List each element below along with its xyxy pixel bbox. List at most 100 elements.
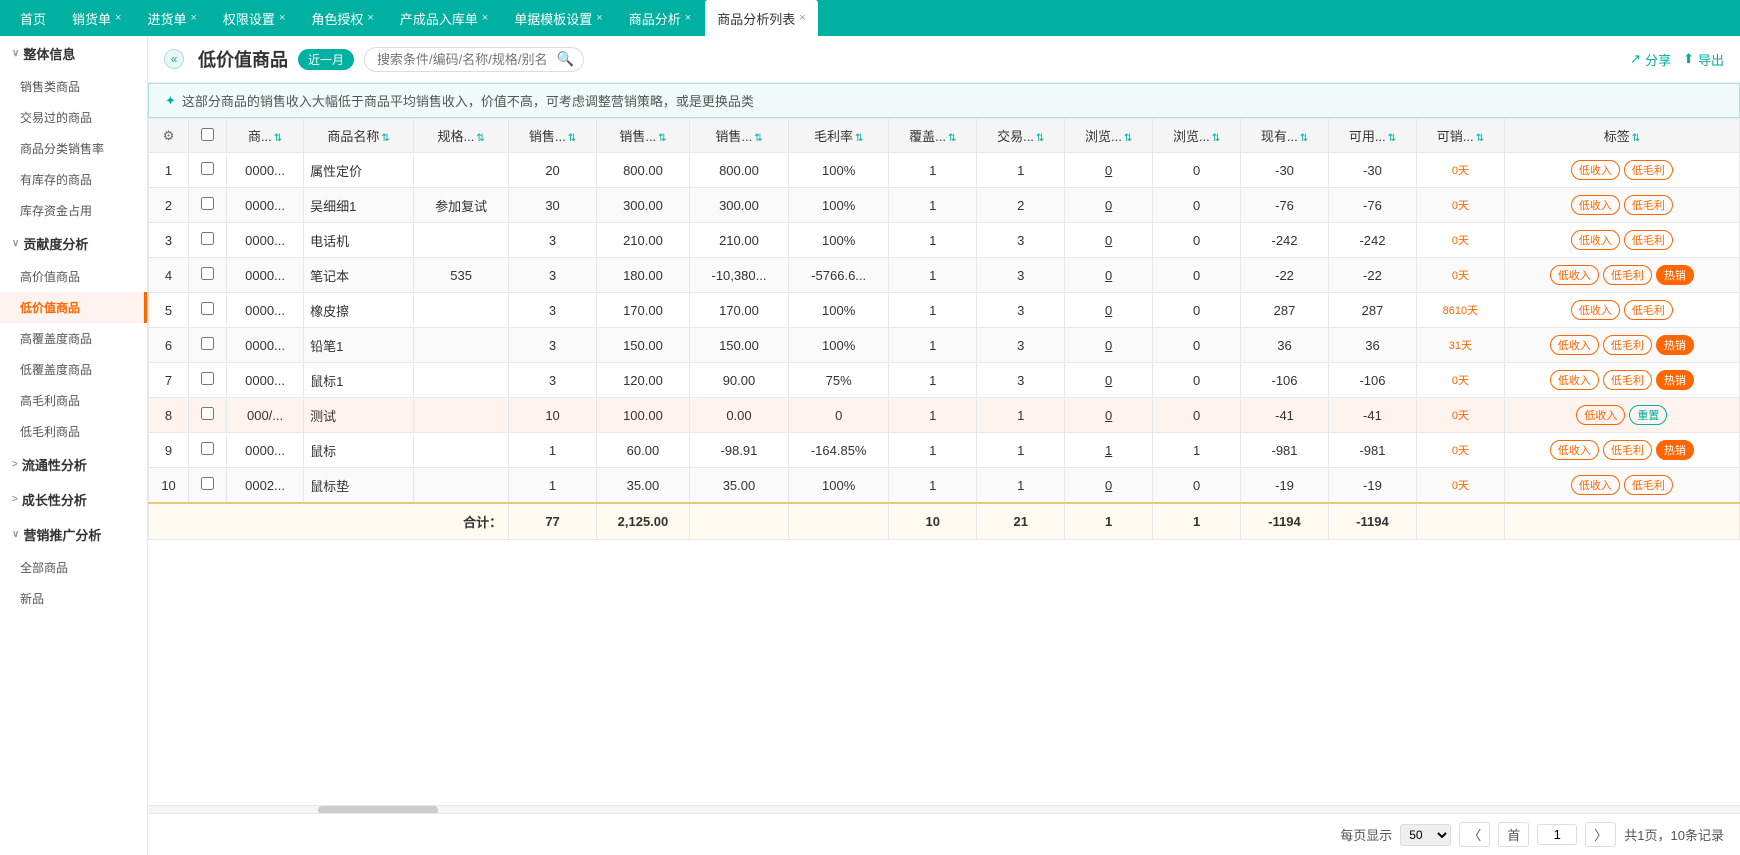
- date-filter-btn[interactable]: 近一月: [298, 49, 354, 70]
- cell-views1[interactable]: 0: [1065, 258, 1153, 293]
- col-header-margin[interactable]: 毛利率⇅: [789, 119, 889, 153]
- views1-link[interactable]: 0: [1105, 198, 1112, 213]
- nav-item-商品分析[interactable]: 商品分析×: [617, 0, 703, 36]
- col-header-available[interactable]: 可用...⇅: [1328, 119, 1416, 153]
- sort-icon[interactable]: ⇅: [1388, 133, 1396, 144]
- sidebar-item-销售类商品[interactable]: 销售类商品: [0, 71, 147, 102]
- sidebar-item-低价值商品[interactable]: 低价值商品: [0, 292, 147, 323]
- sidebar-item-高价值商品[interactable]: 高价值商品: [0, 261, 147, 292]
- sort-icon[interactable]: ⇅: [381, 133, 389, 144]
- sidebar-group-成长性分析[interactable]: >成长性分析: [0, 482, 147, 517]
- sort-icon[interactable]: ⇅: [1212, 133, 1220, 144]
- cell-checkbox[interactable]: [189, 468, 227, 504]
- col-header-sales_profit[interactable]: 销售...⇅: [689, 119, 788, 153]
- cell-checkbox[interactable]: [189, 188, 227, 223]
- cell-views1[interactable]: 1: [1065, 433, 1153, 468]
- views1-link[interactable]: 0: [1105, 268, 1112, 283]
- close-icon[interactable]: ×: [685, 12, 691, 24]
- page-number-input[interactable]: [1537, 824, 1577, 845]
- sidebar-group-流通性分析[interactable]: >流通性分析: [0, 447, 147, 482]
- sidebar-item-低覆盖度商品[interactable]: 低覆盖度商品: [0, 354, 147, 385]
- cell-views1[interactable]: 0: [1065, 468, 1153, 504]
- nav-item-商品分析列表[interactable]: 商品分析列表×: [705, 0, 817, 36]
- sidebar-item-低毛利商品[interactable]: 低毛利商品: [0, 416, 147, 447]
- sidebar-item-新品[interactable]: 新品: [0, 583, 147, 614]
- settings-icon[interactable]: ⚙: [163, 128, 175, 143]
- cell-views1[interactable]: 0: [1065, 363, 1153, 398]
- row-checkbox[interactable]: [201, 337, 214, 350]
- col-header-checkbox[interactable]: [189, 119, 227, 153]
- views1-link[interactable]: 0: [1105, 233, 1112, 248]
- sort-icon[interactable]: ⇅: [1476, 133, 1484, 144]
- sort-icon[interactable]: ⇅: [476, 133, 484, 144]
- next-page-btn[interactable]: 〉: [1585, 822, 1616, 847]
- cell-views1[interactable]: 0: [1065, 398, 1153, 433]
- row-checkbox[interactable]: [201, 407, 214, 420]
- page-size-select[interactable]: 50 100: [1400, 824, 1451, 846]
- row-checkbox[interactable]: [201, 232, 214, 245]
- sidebar-group-贡献度分析[interactable]: ∨贡献度分析: [0, 226, 147, 261]
- sidebar-group-整体信息[interactable]: ∨整体信息: [0, 36, 147, 71]
- sort-icon[interactable]: ⇅: [658, 133, 666, 144]
- col-header-views1[interactable]: 浏览...⇅: [1065, 119, 1153, 153]
- sort-icon[interactable]: ⇅: [274, 133, 282, 144]
- sort-icon[interactable]: ⇅: [754, 133, 762, 144]
- cell-views1[interactable]: 0: [1065, 223, 1153, 258]
- sort-icon[interactable]: ⇅: [1124, 133, 1132, 144]
- sort-icon[interactable]: ⇅: [855, 133, 863, 144]
- cell-checkbox[interactable]: [189, 258, 227, 293]
- select-all-checkbox[interactable]: [201, 128, 214, 141]
- cell-checkbox[interactable]: [189, 293, 227, 328]
- col-header-coverage[interactable]: 覆盖...⇅: [889, 119, 977, 153]
- prev-page-btn[interactable]: 〈: [1459, 822, 1490, 847]
- close-icon[interactable]: ×: [279, 12, 285, 24]
- nav-item-单据模板设置[interactable]: 单据模板设置×: [502, 0, 614, 36]
- views1-link[interactable]: 0: [1105, 338, 1112, 353]
- views1-link[interactable]: 0: [1105, 303, 1112, 318]
- sort-icon[interactable]: ⇅: [568, 133, 576, 144]
- row-checkbox[interactable]: [201, 197, 214, 210]
- nav-item-产成品入库单[interactable]: 产成品入库单×: [388, 0, 500, 36]
- col-header-tags[interactable]: 标签⇅: [1504, 119, 1739, 153]
- close-icon[interactable]: ×: [190, 12, 196, 24]
- row-checkbox[interactable]: [201, 302, 214, 315]
- col-header-sales_amount[interactable]: 销售...⇅: [597, 119, 690, 153]
- col-header-current_stock[interactable]: 现有...⇅: [1241, 119, 1329, 153]
- sidebar-collapse-btn[interactable]: «: [164, 49, 184, 69]
- cell-checkbox[interactable]: [189, 433, 227, 468]
- cell-views1[interactable]: 0: [1065, 293, 1153, 328]
- sort-icon[interactable]: ⇅: [1300, 133, 1308, 144]
- cell-checkbox[interactable]: [189, 328, 227, 363]
- row-checkbox[interactable]: [201, 442, 214, 455]
- nav-item-首页[interactable]: 首页: [8, 0, 58, 36]
- views1-link[interactable]: 0: [1105, 373, 1112, 388]
- sidebar-item-全部商品[interactable]: 全部商品: [0, 552, 147, 583]
- close-icon[interactable]: ×: [596, 12, 602, 24]
- first-page-btn[interactable]: 首: [1498, 822, 1529, 847]
- close-icon[interactable]: ×: [115, 12, 121, 24]
- nav-item-销货单[interactable]: 销货单×: [60, 0, 133, 36]
- sidebar-group-营销推广分析[interactable]: ∨营销推广分析: [0, 517, 147, 552]
- cell-views1[interactable]: 0: [1065, 328, 1153, 363]
- cell-checkbox[interactable]: [189, 398, 227, 433]
- views1-link[interactable]: 1: [1105, 443, 1112, 458]
- cell-checkbox[interactable]: [189, 363, 227, 398]
- col-header-sellable[interactable]: 可销...⇅: [1416, 119, 1504, 153]
- sidebar-item-交易过的商品[interactable]: 交易过的商品: [0, 102, 147, 133]
- col-header-name[interactable]: 商品名称⇅: [304, 119, 414, 153]
- cell-views1[interactable]: 0: [1065, 153, 1153, 188]
- col-header-sales_qty[interactable]: 销售...⇅: [509, 119, 597, 153]
- sort-icon[interactable]: ⇅: [1036, 133, 1044, 144]
- cell-views1[interactable]: 0: [1065, 188, 1153, 223]
- row-checkbox[interactable]: [201, 267, 214, 280]
- row-checkbox[interactable]: [201, 162, 214, 175]
- sidebar-item-库存资金占用[interactable]: 库存资金占用: [0, 195, 147, 226]
- nav-item-权限设置[interactable]: 权限设置×: [211, 0, 297, 36]
- row-checkbox[interactable]: [201, 477, 214, 490]
- sort-icon[interactable]: ⇅: [948, 133, 956, 144]
- col-header-settings[interactable]: ⚙: [149, 119, 189, 153]
- views1-link[interactable]: 0: [1105, 408, 1112, 423]
- views1-link[interactable]: 0: [1105, 478, 1112, 493]
- col-header-views2[interactable]: 浏览...⇅: [1153, 119, 1241, 153]
- cell-checkbox[interactable]: [189, 153, 227, 188]
